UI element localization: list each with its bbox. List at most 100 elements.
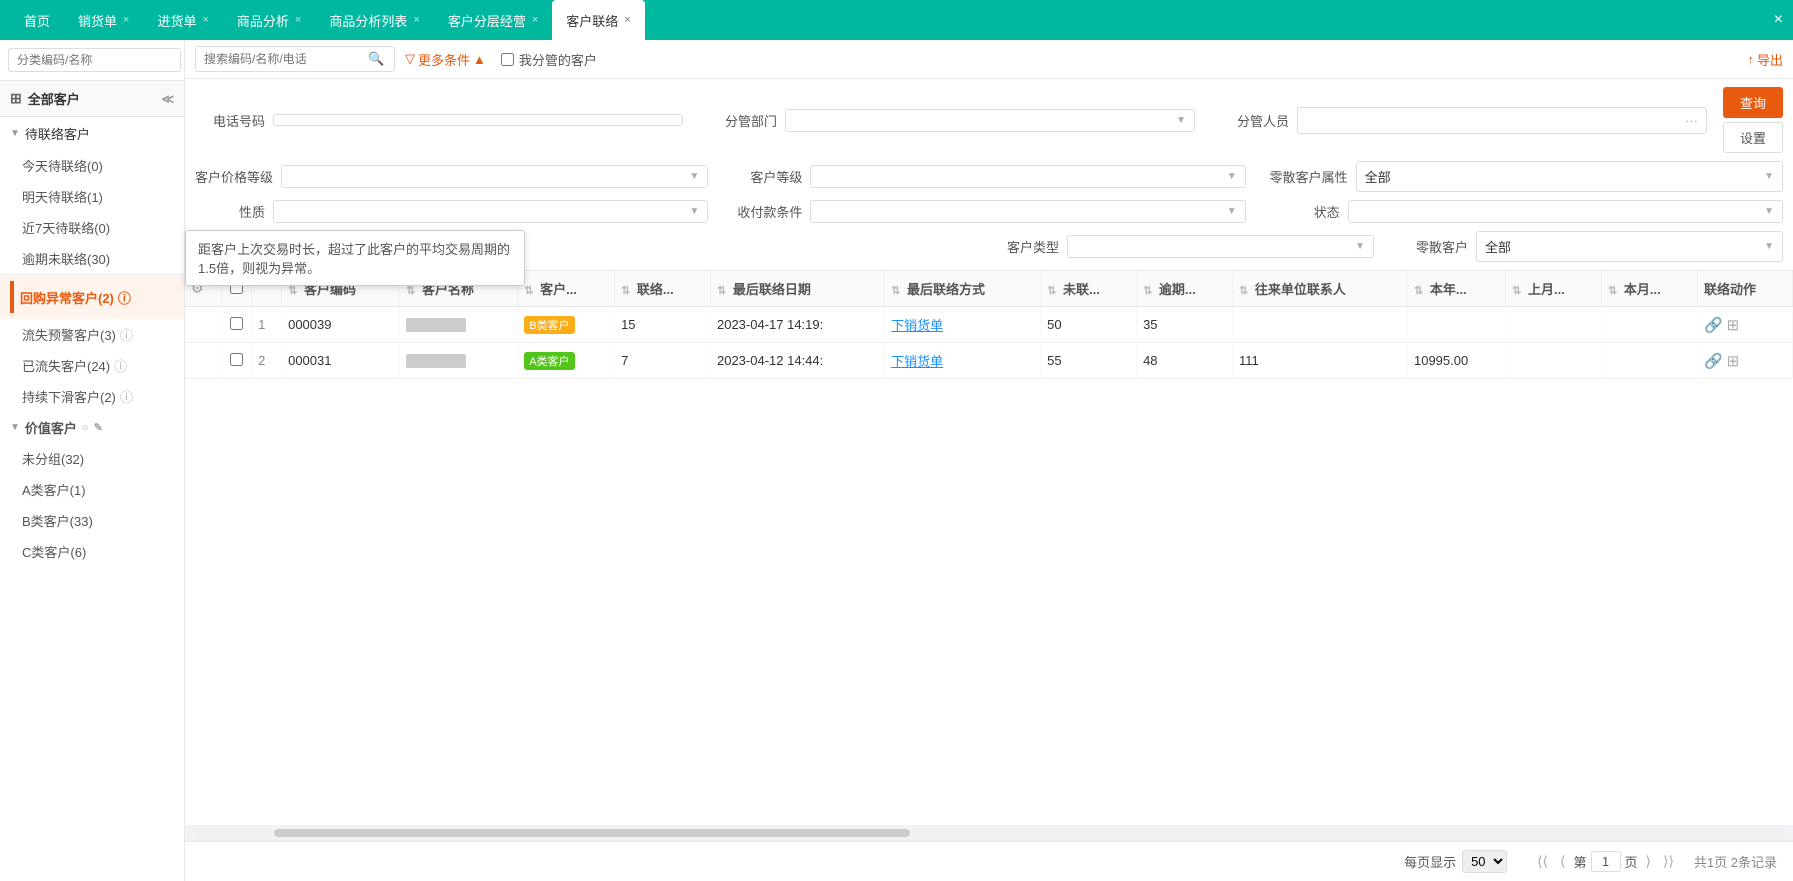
retail-attr-select[interactable]: 全部 ▼ xyxy=(1356,161,1783,192)
col-company-contact[interactable]: 往来单位联系人 xyxy=(1232,271,1407,307)
col-last-month[interactable]: 上月... xyxy=(1506,271,1602,307)
first-page-btn[interactable]: ⟨⟨ xyxy=(1533,851,1552,872)
status-select[interactable]: ▼ xyxy=(1348,200,1783,223)
sidebar-item-today[interactable]: 今天待联络(0) xyxy=(0,150,184,181)
gender-select[interactable]: ▼ xyxy=(273,200,708,223)
pending-section-header[interactable]: ▼ 待联络客户 xyxy=(0,117,184,150)
info-icon2[interactable]: ⓘ xyxy=(120,325,133,344)
export-btn[interactable]: ↑ 导出 xyxy=(1747,50,1783,69)
sidebar-item-a[interactable]: A类客户(1) xyxy=(0,474,184,505)
sidebar-item-c[interactable]: C类客户(6) xyxy=(0,536,184,567)
query-button[interactable]: 查询 xyxy=(1723,87,1783,118)
next-page-btn[interactable]: ⟩ xyxy=(1642,851,1655,872)
row1-link-icon[interactable]: 🔗 xyxy=(1704,316,1723,334)
edit-icon[interactable]: ○ xyxy=(82,422,89,434)
my-customers-toggle[interactable]: 我分管的客户 xyxy=(501,50,597,69)
current-page-input[interactable]: 1 xyxy=(1591,851,1621,872)
close-icon[interactable]: × xyxy=(413,14,419,26)
last-page-btn[interactable]: ⟩⟩ xyxy=(1659,851,1678,872)
col-last-date[interactable]: 最后联络日期 xyxy=(710,271,884,307)
row2-method-link[interactable]: 下销货单 xyxy=(891,354,943,369)
row2-company-contact: 111 xyxy=(1232,343,1407,379)
row1-checkbox[interactable] xyxy=(230,317,243,330)
info-icon4[interactable]: ⓘ xyxy=(120,387,133,406)
info-icon3[interactable]: ⓘ xyxy=(114,356,127,375)
window-close-button[interactable]: × xyxy=(1774,0,1783,40)
nav-item-sales[interactable]: 销货单 × xyxy=(64,0,143,40)
col-category[interactable]: 客户... xyxy=(518,271,615,307)
row1-grid-icon[interactable]: ⊞ xyxy=(1727,316,1740,334)
nav-item-customer-tier[interactable]: 客户分层经营 × xyxy=(434,0,552,40)
sidebar-item-ungrp[interactable]: 未分组(32) xyxy=(0,443,184,474)
per-page-select[interactable]: 50 xyxy=(1462,850,1507,873)
sidebar-item-tomorrow[interactable]: 明天待联络(1) xyxy=(0,181,184,212)
nav-item-customer-contact[interactable]: 客户联络 × xyxy=(552,0,644,40)
row2-last-date: 2023-04-12 14:44: xyxy=(710,343,884,379)
close-icon[interactable]: × xyxy=(123,14,129,26)
sidebar-item-overdue[interactable]: 逾期未联络(30) xyxy=(0,243,184,274)
row1-overdue: 35 xyxy=(1137,307,1233,343)
nav-item-purchase[interactable]: 进货单 × xyxy=(143,0,222,40)
row2-last-method[interactable]: 下销货单 xyxy=(885,343,1041,379)
col-this-month[interactable]: 本月... xyxy=(1602,271,1698,307)
row1-code[interactable]: 000039 xyxy=(282,307,400,343)
nav-item-analysis[interactable]: 商品分析 × xyxy=(223,0,315,40)
customer-type-select[interactable]: ▼ xyxy=(1067,235,1374,258)
close-icon[interactable]: × xyxy=(295,14,301,26)
dots-icon[interactable]: ··· xyxy=(1685,113,1698,128)
payment-select[interactable]: ▼ xyxy=(810,200,1245,223)
col-overdue[interactable]: 逾期... xyxy=(1137,271,1233,307)
row1-last-method[interactable]: 下销货单 xyxy=(885,307,1041,343)
col-uncontacted[interactable]: 未联... xyxy=(1041,271,1137,307)
search-input[interactable] xyxy=(204,52,364,66)
close-icon[interactable]: × xyxy=(532,14,538,26)
more-conditions-btn[interactable]: ▽ 更多条件 ▲ xyxy=(405,50,486,69)
nav-item-home[interactable]: 首页 xyxy=(10,0,64,40)
sidebar-item-lost-preview[interactable]: 流失预警客户(3) ⓘ xyxy=(0,319,184,350)
person-input[interactable]: ··· xyxy=(1297,107,1707,134)
sidebar-content: ▼ 待联络客户 今天待联络(0) 明天待联络(1) 近7天待联络(0) 逾期未联… xyxy=(0,117,184,881)
edit-icon2[interactable]: ✎ xyxy=(94,421,103,434)
declining-label: 持续下滑客户(2) xyxy=(22,387,116,406)
row2-link-icon[interactable]: 🔗 xyxy=(1704,352,1723,370)
customer-level-select[interactable]: ▼ xyxy=(810,165,1245,188)
sidebar-item-repurchase[interactable]: 回购异常客户(2) ⓘ xyxy=(0,275,184,319)
scrollbar-thumb[interactable] xyxy=(274,829,909,837)
sidebar-search-input[interactable] xyxy=(8,48,181,72)
close-icon[interactable]: × xyxy=(202,14,208,26)
horizontal-scrollbar[interactable] xyxy=(195,829,1783,837)
row1-method-link[interactable]: 下销货单 xyxy=(891,318,943,333)
sidebar-item-declining[interactable]: 持续下滑客户(2) ⓘ xyxy=(0,381,184,412)
arrow-down-icon: ▼ xyxy=(10,128,20,139)
sidebar-item-b[interactable]: B类客户(33) xyxy=(0,505,184,536)
sidebar-collapse-btn[interactable]: ≪ xyxy=(161,92,174,106)
col-this-year[interactable]: 本年... xyxy=(1407,271,1505,307)
sidebar-item-7days[interactable]: 近7天待联络(0) xyxy=(0,212,184,243)
price-level-label: 客户价格等级 xyxy=(195,167,273,186)
row2-grid-icon[interactable]: ⊞ xyxy=(1727,352,1740,370)
nav-item-analysis-list[interactable]: 商品分析列表 × xyxy=(315,0,433,40)
value-customers-header[interactable]: ▼ 价值客户 ○ ✎ xyxy=(0,412,184,443)
dept-select[interactable]: ▼ xyxy=(785,109,1195,132)
retail-select[interactable]: 全部 ▼ xyxy=(1476,231,1783,262)
info-icon[interactable]: ⓘ xyxy=(118,288,131,307)
col-contact[interactable]: 联络... xyxy=(615,271,711,307)
my-customers-checkbox[interactable] xyxy=(501,53,514,66)
dept-label: 分管部门 xyxy=(707,111,777,130)
lost-label: 已流失客户(24) xyxy=(22,356,110,375)
search-icon[interactable]: 🔍 xyxy=(368,51,384,67)
col-last-method[interactable]: 最后联络方式 xyxy=(885,271,1041,307)
phone-input[interactable] xyxy=(273,114,683,126)
settings-button[interactable]: 设置 xyxy=(1723,122,1783,153)
sidebar-item-lost[interactable]: 已流失客户(24) ⓘ xyxy=(0,350,184,381)
close-icon[interactable]: × xyxy=(624,14,630,26)
price-level-cell: 客户价格等级 ▼ xyxy=(195,165,708,188)
row2-name[interactable] xyxy=(400,343,518,379)
table-area[interactable]: ⚙ 客户编码 客户名称 客户... xyxy=(185,271,1793,825)
row2-checkbox[interactable] xyxy=(230,353,243,366)
price-level-select[interactable]: ▼ xyxy=(281,165,708,188)
row2-code[interactable]: 000031 xyxy=(282,343,400,379)
page-suffix-label: 页 xyxy=(1625,852,1638,871)
row1-name[interactable] xyxy=(400,307,518,343)
prev-page-btn[interactable]: ⟨ xyxy=(1556,851,1569,872)
